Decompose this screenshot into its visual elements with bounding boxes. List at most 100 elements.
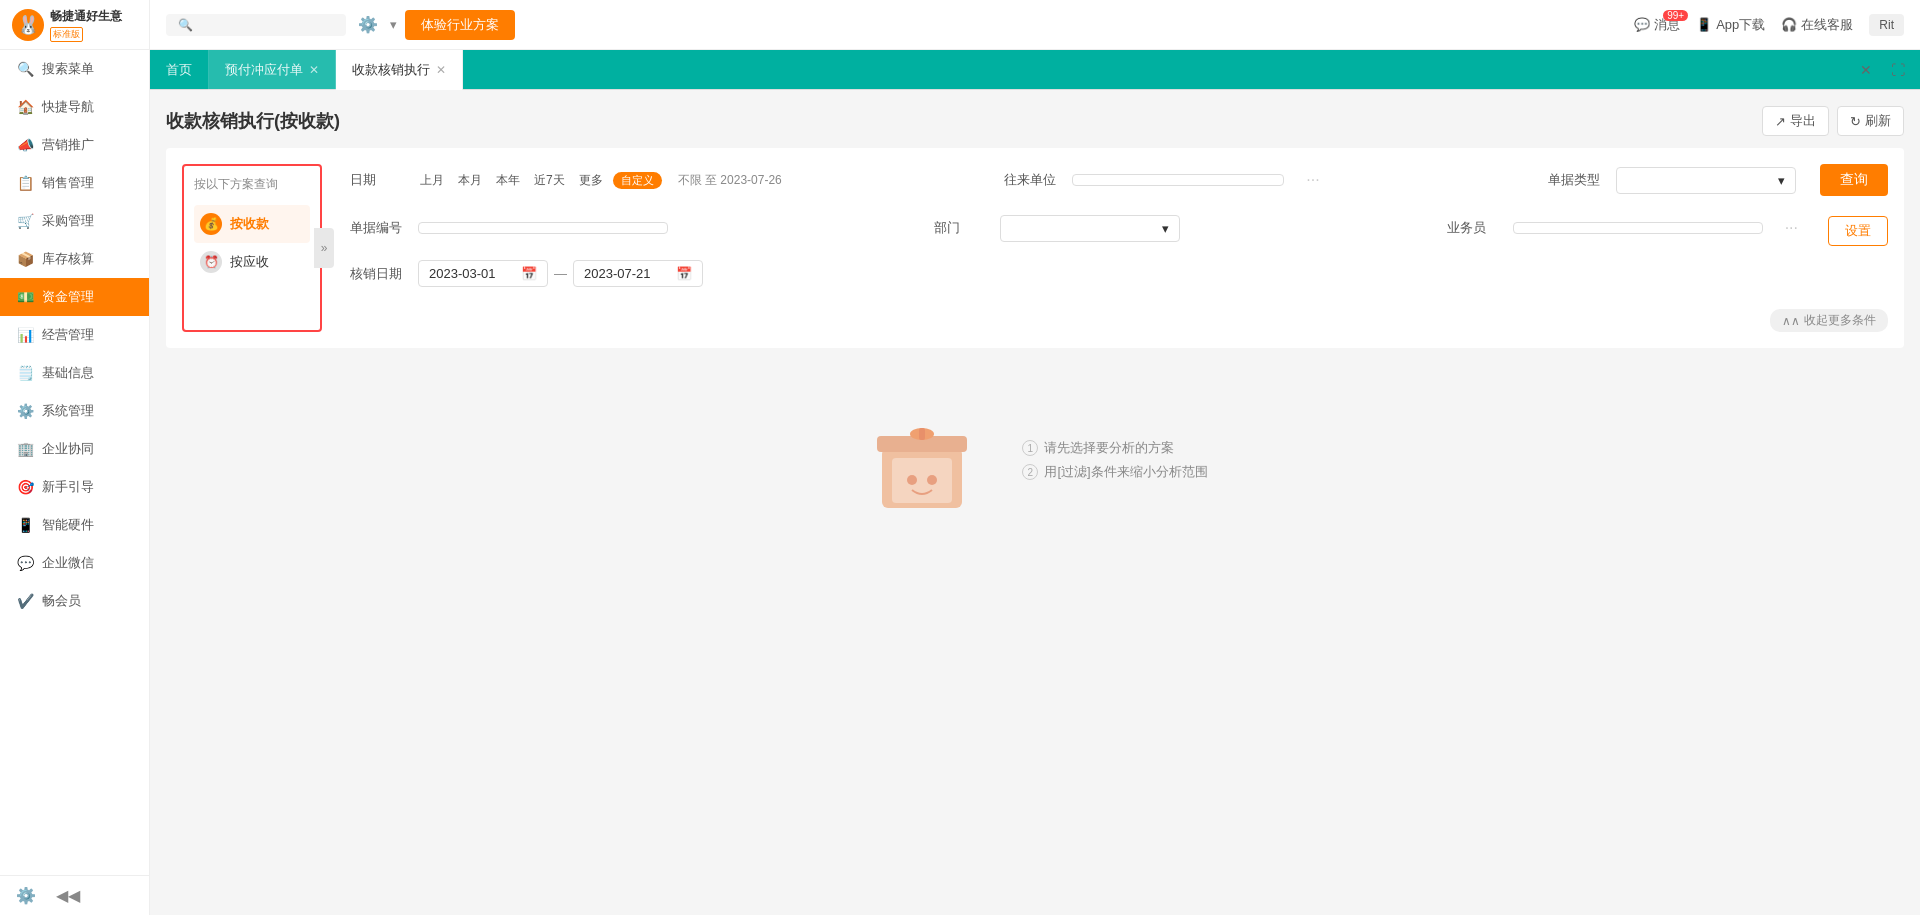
operations-icon: 📊	[16, 326, 34, 344]
tab-home[interactable]: 首页	[150, 50, 209, 90]
date-separator: —	[554, 266, 567, 281]
sidebar-item-label: 企业协同	[42, 440, 94, 458]
tab-close-receipt[interactable]: ✕	[436, 63, 446, 77]
sidebar-item-search-menu[interactable]: 🔍 搜索菜单	[0, 50, 149, 88]
sidebar-item-system[interactable]: ⚙️ 系统管理	[0, 392, 149, 430]
logo-area: 🐰 畅捷通好生意 标准版	[0, 0, 149, 50]
empty-illustration	[862, 408, 982, 518]
app-download-btn[interactable]: 📱 App下载	[1696, 16, 1765, 34]
sidebar-item-member[interactable]: ✔️ 畅会员	[0, 582, 149, 620]
industry-btn[interactable]: 体验行业方案	[405, 10, 515, 40]
tab-close-all-btn[interactable]: ✕	[1854, 58, 1878, 82]
reconcile-date-range: 2023-03-01 📅 — 2023-07-21 📅	[418, 260, 703, 287]
sidebar-item-label: 采购管理	[42, 212, 94, 230]
filter-by-receivable[interactable]: ⏰ 按应收	[194, 243, 310, 281]
date-tab-thismonth[interactable]: 本月	[454, 170, 486, 191]
tip-text-1: 请先选择要分析的方案	[1044, 439, 1174, 457]
date-tab-lastmonth[interactable]: 上月	[416, 170, 448, 191]
reconcile-end-calendar-icon: 📅	[676, 266, 692, 281]
topbar-dropdown-icon[interactable]: ▾	[390, 17, 397, 32]
doc-no-input[interactable]	[418, 222, 668, 234]
empty-tips: 1 请先选择要分析的方案 2 用[过滤]条件来缩小分析范围	[1022, 439, 1207, 487]
enterprise-icon: 🏢	[16, 440, 34, 458]
collapse-sidebar-btn[interactable]: ◀◀	[56, 886, 80, 905]
user-info[interactable]: Rit	[1869, 14, 1904, 36]
topbar-left: 🔍 ⚙️ ▾ 体验行业方案	[166, 10, 1622, 40]
basic-info-icon: 🗒️	[16, 364, 34, 382]
dept-select[interactable]: ▾	[1000, 215, 1180, 242]
message-count-badge: 99+	[1663, 10, 1688, 21]
sidebar-item-marketing[interactable]: 📣 营销推广	[0, 126, 149, 164]
reconcile-end-input[interactable]: 2023-07-21 📅	[573, 260, 703, 287]
tab-prepay-reconcile[interactable]: 预付冲应付单 ✕	[209, 50, 336, 90]
topbar-search-icon: 🔍	[178, 18, 193, 32]
sidebar-item-quick-nav[interactable]: 🏠 快捷导航	[0, 88, 149, 126]
staff-dots[interactable]: ···	[1779, 219, 1804, 237]
empty-tip-1: 1 请先选择要分析的方案	[1022, 439, 1207, 457]
partner-label: 往来单位	[1004, 171, 1056, 189]
date-tab-more[interactable]: 更多	[575, 170, 607, 191]
svg-point-2	[907, 475, 917, 485]
partner-input[interactable]	[1072, 174, 1284, 186]
reconcile-end-value: 2023-07-21	[584, 266, 651, 281]
sidebar-item-guide[interactable]: 🎯 新手引导	[0, 468, 149, 506]
tip-num-2: 2	[1022, 464, 1038, 480]
tab-close-prepay[interactable]: ✕	[309, 63, 319, 77]
export-btn[interactable]: ↗ 导出	[1762, 106, 1829, 136]
doc-type-select[interactable]: ▾	[1616, 167, 1796, 194]
reconcile-start-input[interactable]: 2023-03-01 📅	[418, 260, 548, 287]
collapse-more-btn[interactable]: ∧∧ 收起更多条件	[1770, 309, 1888, 332]
date-tab-thisyear[interactable]: 本年	[492, 170, 524, 191]
sidebar-item-wecom[interactable]: 💬 企业微信	[0, 544, 149, 582]
wecom-icon: 💬	[16, 554, 34, 572]
search-menu-icon: 🔍	[16, 60, 34, 78]
settings-footer-icon[interactable]: ⚙️	[16, 886, 36, 905]
settings-btn[interactable]: 设置	[1828, 216, 1888, 246]
filter-by-receipt[interactable]: 💰 按收款	[194, 205, 310, 243]
logo-title: 畅捷通好生意	[50, 8, 122, 25]
app-download-icon: 📱	[1696, 17, 1712, 32]
member-icon: ✔️	[16, 592, 34, 610]
query-btn[interactable]: 查询	[1820, 164, 1888, 196]
collapse-filter-btn[interactable]: »	[314, 228, 334, 268]
staff-input[interactable]	[1513, 222, 1763, 234]
app-download-label: App下载	[1716, 16, 1765, 34]
sidebar-item-basic-info[interactable]: 🗒️ 基础信息	[0, 354, 149, 392]
by-receivable-label: 按应收	[230, 253, 269, 271]
message-btn[interactable]: 💬 消息 99+	[1634, 16, 1680, 34]
sidebar-item-inventory[interactable]: 📦 库存核算	[0, 240, 149, 278]
partner-dots[interactable]: ···	[1300, 171, 1325, 189]
empty-state: 1 请先选择要分析的方案 2 用[过滤]条件来缩小分析范围	[166, 408, 1904, 518]
tab-fullscreen-btn[interactable]: ⛶	[1886, 58, 1910, 82]
quick-nav-icon: 🏠	[16, 98, 34, 116]
date-tab-7days[interactable]: 近7天	[530, 170, 569, 191]
refresh-btn[interactable]: ↻ 刷新	[1837, 106, 1904, 136]
sidebar-item-enterprise[interactable]: 🏢 企业协同	[0, 430, 149, 468]
tab-bar: 首页 预付冲应付单 ✕ 收款核销执行 ✕ ✕ ⛶	[150, 50, 1920, 90]
doc-type-dropdown-icon: ▾	[1778, 173, 1785, 188]
sidebar-item-label: 快捷导航	[42, 98, 94, 116]
sidebar-item-operations[interactable]: 📊 经营管理	[0, 316, 149, 354]
online-service-btn[interactable]: 🎧 在线客服	[1781, 16, 1853, 34]
empty-content: 1 请先选择要分析的方案 2 用[过滤]条件来缩小分析范围	[862, 408, 1207, 518]
page-actions: ↗ 导出 ↻ 刷新	[1762, 106, 1904, 136]
by-receipt-label: 按收款	[230, 215, 269, 233]
filter-row-2: 单据编号 部门 ▾ 业务员 ··· 设置	[350, 210, 1888, 246]
topbar-search[interactable]: 🔍	[166, 14, 346, 36]
receipt-tab-label: 收款核销执行	[352, 61, 430, 79]
tab-receipt-reconcile[interactable]: 收款核销执行 ✕	[336, 50, 463, 90]
refresh-icon: ↻	[1850, 114, 1861, 129]
topbar-settings-icon[interactable]: ⚙️	[354, 11, 382, 39]
sidebar-item-label: 系统管理	[42, 402, 94, 420]
marketing-icon: 📣	[16, 136, 34, 154]
main-content: 🔍 ⚙️ ▾ 体验行业方案 💬 消息 99+ 📱 App下载 🎧 在线客服 Ri…	[150, 0, 1920, 915]
date-tab-custom[interactable]: 自定义	[613, 172, 662, 189]
sidebar-item-label: 智能硬件	[42, 516, 94, 534]
sidebar-item-purchase[interactable]: 🛒 采购管理	[0, 202, 149, 240]
sidebar-item-smart-hw[interactable]: 📱 智能硬件	[0, 506, 149, 544]
sidebar-item-finance[interactable]: 💵 资金管理	[0, 278, 149, 316]
message-icon: 💬	[1634, 17, 1650, 32]
logo-icon: 🐰	[12, 9, 44, 41]
sidebar-item-label: 畅会员	[42, 592, 81, 610]
sidebar-item-sales[interactable]: 📋 销售管理	[0, 164, 149, 202]
